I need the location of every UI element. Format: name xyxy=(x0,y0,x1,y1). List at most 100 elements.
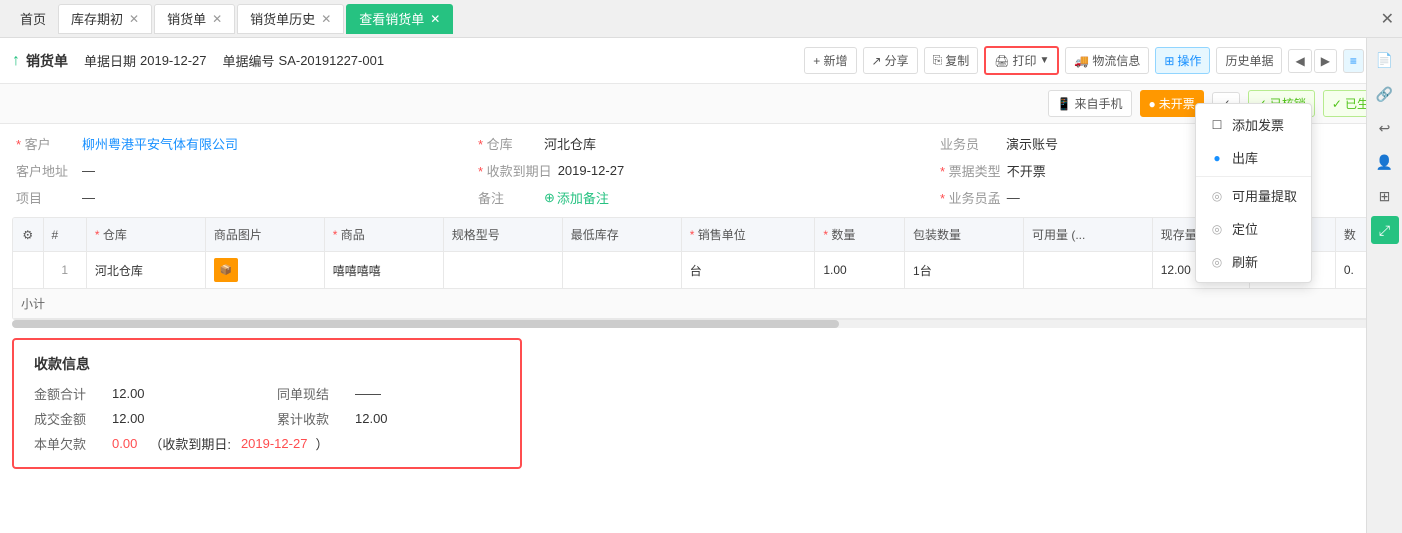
table-container: ⚙ # 仓库 商品图片 商品 规格型号 最低库存 销售单位 数量 包装数量 可用… xyxy=(12,217,1390,320)
horizontal-scrollbar[interactable] xyxy=(12,320,1390,328)
warehouse-out-icon: ● xyxy=(1210,151,1224,165)
new-button[interactable]: + 新增 xyxy=(804,47,856,74)
sidebar-return-icon[interactable]: ↩ xyxy=(1371,114,1399,142)
not-open-label: 未开票 xyxy=(1159,95,1195,112)
tab-inventory-label: 库存期初 xyxy=(71,9,123,28)
payment-date-label: 收款到期日 xyxy=(478,161,552,180)
right-sidebar: 📄 🔗 ↩ 👤 ⊞ ⤢ xyxy=(1366,38,1402,533)
add-note-icon: ⊕ xyxy=(544,190,555,206)
tab-inventory-close[interactable]: ✕ xyxy=(129,12,139,26)
locate-icon: ◎ xyxy=(1210,222,1224,236)
list-view-button[interactable]: ≡ xyxy=(1343,49,1364,73)
tab-home-label: 首页 xyxy=(20,9,46,28)
doc-actions: + 新增 ↗ 分享 ⎘ 复制 🖨 打印 ▼ 🚚 物流信息 xyxy=(804,46,1390,75)
history-label: 历史单据 xyxy=(1225,52,1273,69)
owed-close: ） xyxy=(315,434,328,453)
customer-field: 客户 柳州粤港平安气体有限公司 xyxy=(16,134,462,153)
sidebar-doc-icon[interactable]: 📄 xyxy=(1371,46,1399,74)
refresh-label: 刷新 xyxy=(1232,252,1258,271)
sidebar-user-icon[interactable]: 👤 xyxy=(1371,148,1399,176)
sidebar-expand-icon[interactable]: ⤢ xyxy=(1371,216,1399,244)
doc-number-label: 单据编号 xyxy=(223,51,275,70)
row-settings xyxy=(13,252,43,289)
ticket-value: 不开票 xyxy=(1007,161,1046,180)
dropdown-warehouse-out[interactable]: ● 出库 xyxy=(1196,141,1311,174)
payment-title: 收款信息 xyxy=(34,354,500,374)
staff-field: 业务员 演示账号 xyxy=(940,134,1386,153)
locate-label: 定位 xyxy=(1232,219,1258,238)
next-button[interactable]: ▶ xyxy=(1314,49,1337,73)
tab-sales-label: 销货单 xyxy=(167,9,206,28)
col-warehouse: 仓库 xyxy=(86,218,205,252)
dropdown-add-invoice[interactable]: ☐ 添加发票 xyxy=(1196,108,1311,141)
row-spec xyxy=(443,252,562,289)
add-note-button[interactable]: ⊕ 添加备注 xyxy=(544,188,609,207)
dropdown-refresh[interactable]: ◎ 刷新 xyxy=(1196,245,1311,278)
col-qty: 数量 xyxy=(815,218,905,252)
owed-row: 本单欠款 0.00 （收款到期日: 2019-12-27 ） xyxy=(34,434,500,453)
row-pack-qty: 1台 xyxy=(905,252,1024,289)
tab-home[interactable]: 首页 xyxy=(8,4,58,34)
available-extract-icon: ◎ xyxy=(1210,189,1224,203)
col-min-stock: 最低库存 xyxy=(562,218,681,252)
tab-sales-history-close[interactable]: ✕ xyxy=(321,12,331,26)
staff-value: 演示账号 xyxy=(1006,134,1058,153)
operate-dropdown: ☐ 添加发票 ● 出库 ◎ 可用量提取 ◎ 定位 ◎ 刷新 xyxy=(1195,103,1312,283)
tab-view-sales[interactable]: 查看销货单 ✕ xyxy=(346,4,453,34)
sidebar-link-icon[interactable]: 🔗 xyxy=(1371,80,1399,108)
col-spec: 规格型号 xyxy=(443,218,562,252)
same-order-value: —— xyxy=(355,386,381,401)
owed-label: 本单欠款 xyxy=(34,434,104,453)
note-field: 备注 ⊕ 添加备注 xyxy=(478,188,924,207)
available-extract-label: 可用量提取 xyxy=(1232,186,1297,205)
deal-label: 成交金额 xyxy=(34,409,104,428)
form-section: 客户 柳州粤港平安气体有限公司 仓库 河北仓库 业务员 演示账号 客户地址 — … xyxy=(0,124,1402,217)
print-button[interactable]: 🖨 打印 ▼ xyxy=(984,46,1059,75)
tab-sales-close[interactable]: ✕ xyxy=(212,12,222,26)
row-image: 📦 xyxy=(205,252,324,289)
doc-title: ↑ 销货单 xyxy=(12,51,68,71)
dropdown-available-extract[interactable]: ◎ 可用量提取 xyxy=(1196,179,1311,212)
tab-sales-history[interactable]: 销货单历史 ✕ xyxy=(237,4,344,34)
sidebar-grid-icon[interactable]: ⊞ xyxy=(1371,182,1399,210)
row-qty: 1.00 xyxy=(815,252,905,289)
staff2-field: 业务员孟 — xyxy=(940,188,1386,207)
window-close-button[interactable]: ✕ xyxy=(1381,9,1394,29)
staff2-label: 业务员孟 xyxy=(940,188,1001,207)
row-warehouse: 河北仓库 xyxy=(86,252,205,289)
doc-date-label: 单据日期 xyxy=(84,51,136,70)
total-row: 金额合计 12.00 xyxy=(34,384,257,403)
owed-note: （收款到期日: xyxy=(149,434,231,453)
copy-label: 复制 xyxy=(945,52,969,69)
ticket-label: 票据类型 xyxy=(940,161,1001,180)
address-value: — xyxy=(82,163,95,178)
not-open-icon: ● xyxy=(1149,97,1156,111)
cumulative-value: 12.00 xyxy=(355,411,388,426)
product-image: 📦 xyxy=(214,258,238,282)
warehouse-label: 仓库 xyxy=(478,134,538,153)
subtotal-row: 小计 xyxy=(13,289,1389,319)
history-button[interactable]: 历史单据 xyxy=(1216,47,1282,74)
tab-sales[interactable]: 销货单 ✕ xyxy=(154,4,235,34)
warehouse-value: 河北仓库 xyxy=(544,134,596,153)
operate-button[interactable]: ⊞ 操作 xyxy=(1155,47,1210,74)
warehouse-field: 仓库 河北仓库 xyxy=(478,134,924,153)
tab-bar: 首页 库存期初 ✕ 销货单 ✕ 销货单历史 ✕ 查看销货单 ✕ ✕ xyxy=(0,0,1402,38)
dropdown-locate[interactable]: ◎ 定位 xyxy=(1196,212,1311,245)
tab-inventory[interactable]: 库存期初 ✕ xyxy=(58,4,152,34)
share-button[interactable]: ↗ 分享 xyxy=(863,47,918,74)
operate-label: 操作 xyxy=(1177,52,1201,69)
table-row: 1 河北仓库 📦 嘻嘻嘻嘻 台 1.00 1台 xyxy=(13,252,1389,289)
add-invoice-icon: ☐ xyxy=(1210,118,1224,132)
doc-type-label: 销货单 xyxy=(26,51,68,71)
doc-number-value: SA-20191227-001 xyxy=(279,53,385,68)
from-phone-button[interactable]: 📱 来自手机 xyxy=(1048,90,1132,117)
operate-icon: ⊞ xyxy=(1164,54,1174,68)
customer-value[interactable]: 柳州粤港平安气体有限公司 xyxy=(82,134,238,153)
prev-button[interactable]: ◀ xyxy=(1288,49,1311,73)
tab-view-sales-close[interactable]: ✕ xyxy=(430,12,440,26)
logistics-button[interactable]: 🚚 物流信息 xyxy=(1065,47,1149,74)
doc-type-icon: ↑ xyxy=(12,52,20,70)
copy-button[interactable]: ⎘ 复制 xyxy=(924,47,979,74)
col-settings[interactable]: ⚙ xyxy=(13,218,43,252)
